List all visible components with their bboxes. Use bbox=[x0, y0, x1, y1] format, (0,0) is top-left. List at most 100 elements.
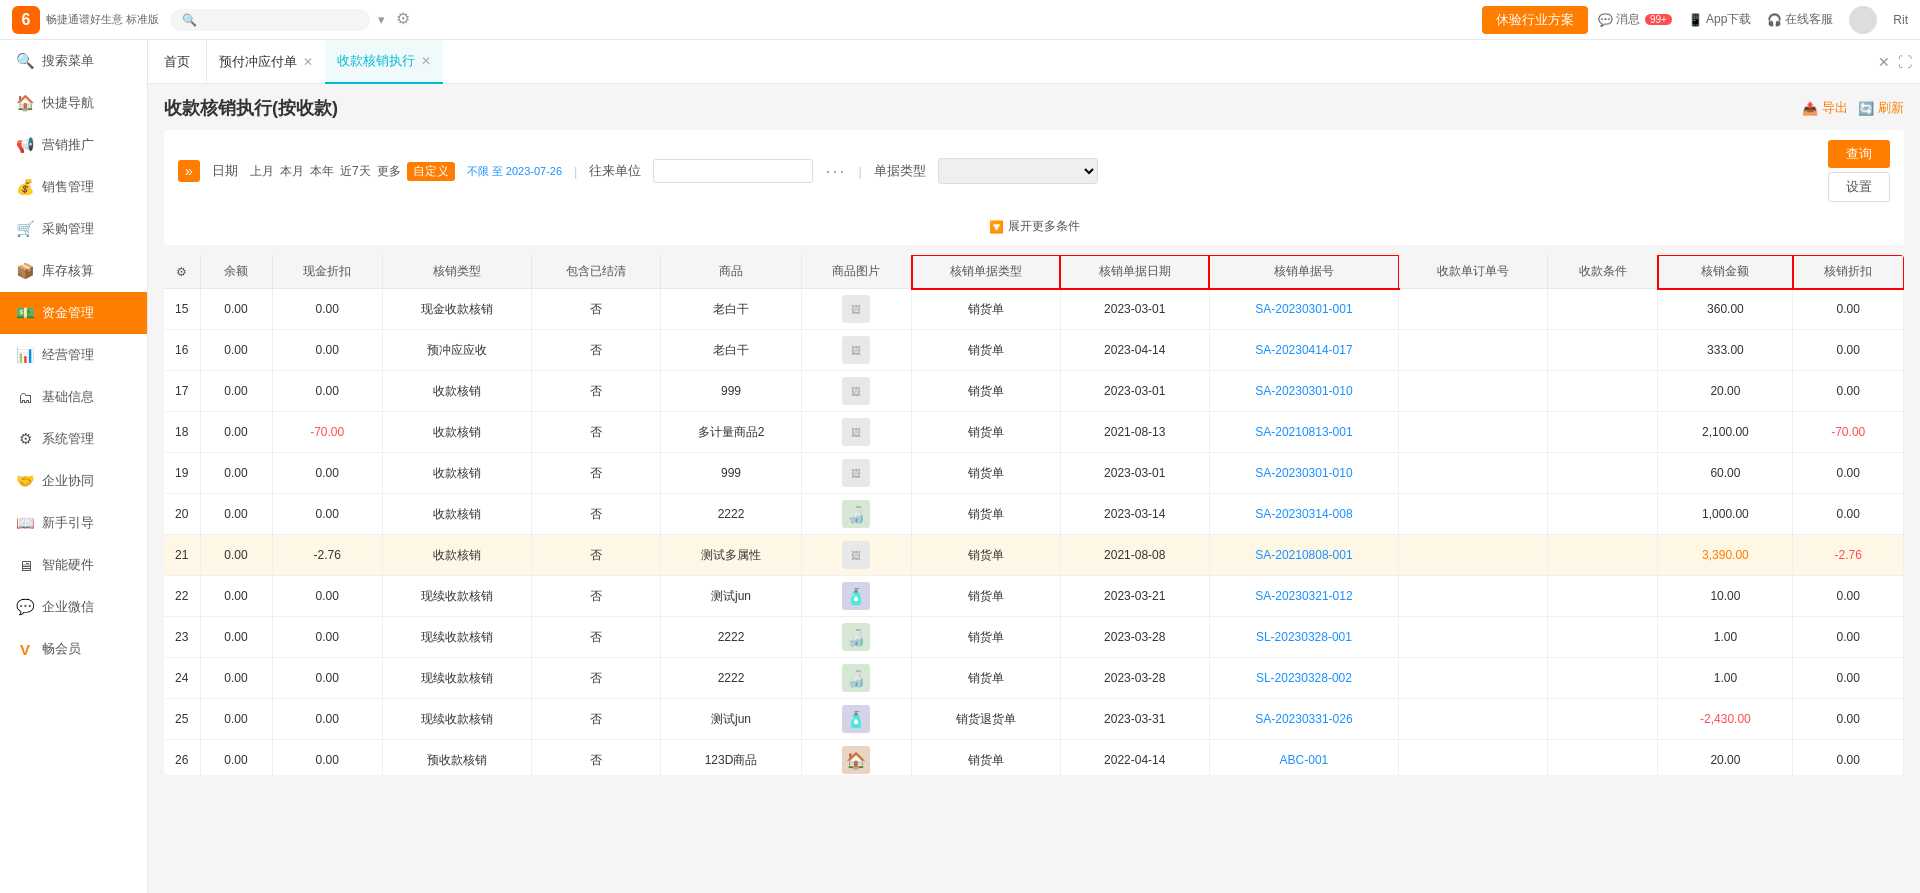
logo-icon: 6 bbox=[12, 6, 40, 34]
cell-writeoff-date: 2023-03-28 bbox=[1060, 617, 1209, 658]
sidebar-item-label-hardware: 智能硬件 bbox=[42, 556, 94, 574]
sidebar-item-basicinfo[interactable]: 🗂 基础信息 bbox=[0, 376, 147, 418]
cell-balance: 0.00 bbox=[200, 576, 272, 617]
refresh-btn[interactable]: 🔄 刷新 bbox=[1858, 99, 1904, 117]
filter-expand-btn[interactable]: » bbox=[178, 160, 200, 182]
bill-type-select[interactable] bbox=[938, 158, 1098, 184]
message-btn[interactable]: 💬 消息 99+ bbox=[1598, 11, 1672, 28]
writeoff-no-link[interactable]: SA-20230314-008 bbox=[1255, 507, 1352, 521]
goods-image: 🖼 bbox=[842, 418, 870, 446]
tab-close-icon[interactable]: ✕ bbox=[1878, 54, 1890, 70]
table-row: 240.000.00现续收款核销否2222🍶销货单2023-03-28SL-20… bbox=[164, 658, 1904, 699]
tab-receipts-label: 收款核销执行 bbox=[337, 52, 415, 70]
sidebar-item-label-sales: 销售管理 bbox=[42, 178, 94, 196]
writeoff-no-link[interactable]: SA-20230331-026 bbox=[1255, 712, 1352, 726]
writeoff-no-link[interactable]: SL-20230328-001 bbox=[1256, 630, 1352, 644]
query-btn[interactable]: 查询 bbox=[1828, 140, 1890, 168]
tab-receipts-close[interactable]: ✕ bbox=[421, 54, 431, 68]
cell-writeoff-no[interactable]: SA-20230414-017 bbox=[1209, 330, 1399, 371]
date-this-month[interactable]: 本月 bbox=[280, 163, 304, 180]
date-range-container: 不限 至 2023-07-26 bbox=[467, 164, 562, 179]
filter-date-label: 日期 bbox=[212, 162, 238, 180]
app-download-btn[interactable]: 📱 App下载 bbox=[1688, 11, 1751, 28]
cell-goods-img: 🍶 bbox=[801, 617, 911, 658]
cell-writeoff-no[interactable]: SA-20230301-001 bbox=[1209, 289, 1399, 330]
dropdown-icon[interactable]: ▾ bbox=[378, 12, 385, 27]
date-this-year[interactable]: 本年 bbox=[310, 163, 334, 180]
cell-writeoff-no[interactable]: SA-20230331-026 bbox=[1209, 699, 1399, 740]
filter-dots[interactable]: ··· bbox=[825, 161, 846, 182]
cell-balance: 0.00 bbox=[200, 740, 272, 776]
tab-prepay-close[interactable]: ✕ bbox=[303, 55, 313, 69]
writeoff-no-link[interactable]: SA-20230301-001 bbox=[1255, 302, 1352, 316]
writeoff-no-link[interactable]: SA-20210808-001 bbox=[1255, 548, 1352, 562]
cell-writeoff-no[interactable]: SL-20230328-002 bbox=[1209, 658, 1399, 699]
industry-btn[interactable]: 休验行业方案 bbox=[1482, 6, 1588, 34]
cell-writeoff-no[interactable]: SA-20210813-001 bbox=[1209, 412, 1399, 453]
cell-writeoff-type: 现续收款核销 bbox=[382, 576, 531, 617]
tab-expand-icon[interactable]: ⛶ bbox=[1898, 54, 1912, 70]
date-7days[interactable]: 近7天 bbox=[340, 163, 371, 180]
settings-btn[interactable]: 设置 bbox=[1828, 172, 1890, 202]
goods-image: 🖼 bbox=[842, 295, 870, 323]
writeoff-no-link[interactable]: SL-20230328-002 bbox=[1256, 671, 1352, 685]
cell-receipt-order-no bbox=[1399, 576, 1548, 617]
sidebar-item-marketing[interactable]: 📢 营销推广 bbox=[0, 124, 147, 166]
tab-prepay[interactable]: 预付冲应付单 ✕ bbox=[207, 40, 325, 84]
writeoff-no-link[interactable]: ABC-001 bbox=[1280, 753, 1329, 767]
cell-writeoff-date: 2023-03-31 bbox=[1060, 699, 1209, 740]
sidebar-item-search[interactable]: 🔍 搜索菜单 bbox=[0, 40, 147, 82]
sidebar-item-hardware[interactable]: 🖥 智能硬件 bbox=[0, 544, 147, 586]
goods-image: 🏠 bbox=[842, 746, 870, 774]
export-btn[interactable]: 📤 导出 bbox=[1802, 99, 1848, 117]
sidebar-item-label-quicknav: 快捷导航 bbox=[42, 94, 94, 112]
cell-writeoff-type: 现续收款核销 bbox=[382, 658, 531, 699]
sidebar-item-member[interactable]: V 畅会员 bbox=[0, 628, 147, 670]
cell-writeoff-no[interactable]: SA-20230301-010 bbox=[1209, 371, 1399, 412]
sidebar-item-guide[interactable]: 📖 新手引导 bbox=[0, 502, 147, 544]
sidebar-item-system[interactable]: ⚙ 系统管理 bbox=[0, 418, 147, 460]
operations-icon: 📊 bbox=[16, 346, 34, 364]
date-prev-month[interactable]: 上月 bbox=[250, 163, 274, 180]
cell-writeoff-bill-type: 销货单 bbox=[912, 289, 1061, 330]
date-more[interactable]: 更多 bbox=[377, 163, 401, 180]
sidebar-item-enterprise[interactable]: 🤝 企业协同 bbox=[0, 460, 147, 502]
writeoff-no-link[interactable]: SA-20230321-012 bbox=[1255, 589, 1352, 603]
cell-incl-settled: 否 bbox=[531, 617, 661, 658]
sidebar-item-purchase[interactable]: 🛒 采购管理 bbox=[0, 208, 147, 250]
cell-incl-settled: 否 bbox=[531, 494, 661, 535]
writeoff-no-link[interactable]: SA-20230301-010 bbox=[1255, 466, 1352, 480]
cell-goods-img: 🖼 bbox=[801, 535, 911, 576]
sidebar-item-finance[interactable]: 💵 资金管理 bbox=[0, 292, 147, 334]
online-service-btn[interactable]: 🎧 在线客服 bbox=[1767, 11, 1833, 28]
writeoff-no-link[interactable]: SA-20230301-010 bbox=[1255, 384, 1352, 398]
sidebar-item-inventory[interactable]: 📦 库存核算 bbox=[0, 250, 147, 292]
writeoff-no-link[interactable]: SA-20230414-017 bbox=[1255, 343, 1352, 357]
cell-writeoff-no[interactable]: SA-20230314-008 bbox=[1209, 494, 1399, 535]
tab-receipts[interactable]: 收款核销执行 ✕ bbox=[325, 40, 443, 84]
cell-writeoff-no[interactable]: SA-20230321-012 bbox=[1209, 576, 1399, 617]
cell-receipt-order-no bbox=[1399, 289, 1548, 330]
cell-writeoff-no[interactable]: SA-20230301-010 bbox=[1209, 453, 1399, 494]
search-box[interactable]: 🔍 bbox=[170, 9, 370, 31]
cell-incl-settled: 否 bbox=[531, 412, 661, 453]
expand-conditions[interactable]: 🔽 展开更多条件 bbox=[178, 218, 1890, 235]
cell-writeoff-no[interactable]: ABC-001 bbox=[1209, 740, 1399, 776]
cell-writeoff-no[interactable]: SL-20230328-001 bbox=[1209, 617, 1399, 658]
tab-home[interactable]: 首页 bbox=[148, 40, 207, 84]
sidebar-item-label-inventory: 库存核算 bbox=[42, 262, 94, 280]
user-avatar[interactable] bbox=[1849, 6, 1877, 34]
sidebar-item-operations[interactable]: 📊 经营管理 bbox=[0, 334, 147, 376]
cell-writeoff-no[interactable]: SA-20210808-001 bbox=[1209, 535, 1399, 576]
counterparty-input[interactable] bbox=[653, 159, 813, 183]
th-gear[interactable]: ⚙ bbox=[164, 255, 200, 289]
sidebar-item-sales[interactable]: 💰 销售管理 bbox=[0, 166, 147, 208]
sidebar-item-quicknav[interactable]: 🏠 快捷导航 bbox=[0, 82, 147, 124]
writeoff-no-link[interactable]: SA-20210813-001 bbox=[1255, 425, 1352, 439]
date-custom[interactable]: 自定义 bbox=[407, 162, 455, 181]
sidebar-item-wechat[interactable]: 💬 企业微信 bbox=[0, 586, 147, 628]
th-receipt-order-no: 收款单订单号 bbox=[1399, 255, 1548, 289]
cell-writeoff-type: 收款核销 bbox=[382, 453, 531, 494]
cell-writeoff-date: 2021-08-08 bbox=[1060, 535, 1209, 576]
settings-icon[interactable]: ⚙ bbox=[396, 10, 410, 27]
